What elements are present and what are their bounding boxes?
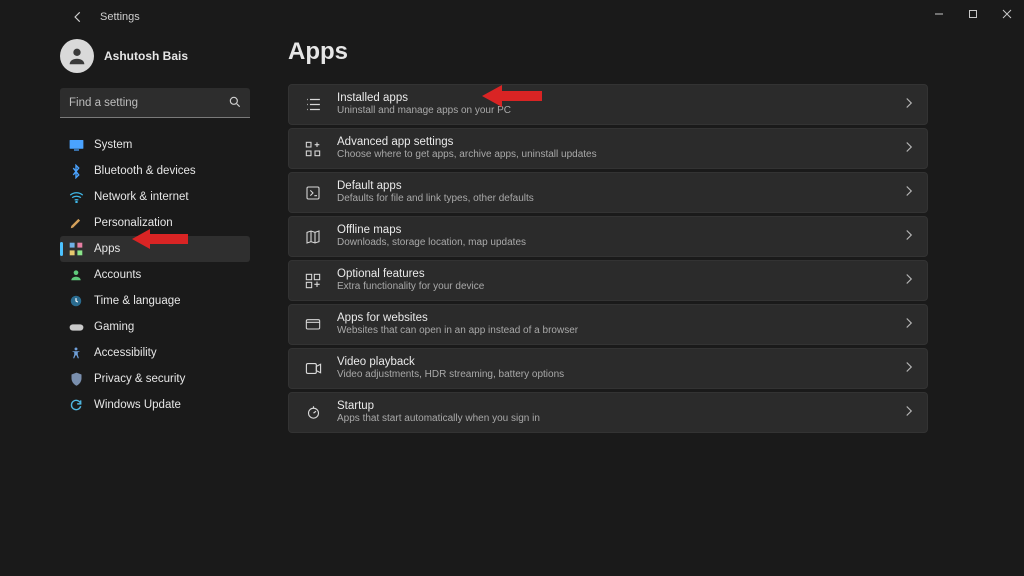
default-apps-icon xyxy=(303,185,323,201)
clock-icon xyxy=(68,293,84,309)
update-icon xyxy=(68,397,84,413)
search-box[interactable] xyxy=(60,88,250,118)
card-title: Offline maps xyxy=(337,224,891,238)
card-text: Default apps Defaults for file and link … xyxy=(337,180,891,206)
paintbrush-icon xyxy=(68,215,84,231)
sidebar: Ashutosh Bais System Bluetooth & devices… xyxy=(60,34,250,418)
card-subtitle: Defaults for file and link types, other … xyxy=(337,193,891,205)
features-icon xyxy=(303,273,323,289)
nav-label: Apps xyxy=(94,243,120,255)
nav-time[interactable]: Time & language xyxy=(60,288,250,314)
wifi-icon xyxy=(68,189,84,205)
nav-accounts[interactable]: Accounts xyxy=(60,262,250,288)
card-subtitle: Apps that start automatically when you s… xyxy=(337,413,891,425)
accounts-icon xyxy=(68,267,84,283)
list-icon xyxy=(303,97,323,112)
search-input[interactable] xyxy=(69,97,220,109)
card-text: Optional features Extra functionality fo… xyxy=(337,268,891,294)
card-text: Installed apps Uninstall and manage apps… xyxy=(337,92,891,118)
card-apps-for-websites[interactable]: Apps for websites Websites that can open… xyxy=(288,304,928,345)
main: Apps Installed apps Uninstall and manage… xyxy=(288,34,928,576)
card-text: Offline maps Downloads, storage location… xyxy=(337,224,891,250)
nav: System Bluetooth & devices Network & int… xyxy=(60,132,250,418)
nav-label: Privacy & security xyxy=(94,373,185,385)
card-video-playback[interactable]: Video playback Video adjustments, HDR st… xyxy=(288,348,928,389)
chevron-right-icon xyxy=(905,316,913,334)
bluetooth-icon xyxy=(68,163,84,179)
nav-label: Bluetooth & devices xyxy=(94,165,196,177)
card-optional-features[interactable]: Optional features Extra functionality fo… xyxy=(288,260,928,301)
nav-privacy[interactable]: Privacy & security xyxy=(60,366,250,392)
card-installed-apps[interactable]: Installed apps Uninstall and manage apps… xyxy=(288,84,928,125)
website-icon xyxy=(303,317,323,333)
card-title: Optional features xyxy=(337,268,891,282)
nav-label: Windows Update xyxy=(94,399,181,411)
apps-icon xyxy=(68,241,84,257)
nav-gaming[interactable]: Gaming xyxy=(60,314,250,340)
nav-system[interactable]: System xyxy=(60,132,250,158)
nav-personalization[interactable]: Personalization xyxy=(60,210,250,236)
card-default-apps[interactable]: Default apps Defaults for file and link … xyxy=(288,172,928,213)
chevron-right-icon xyxy=(905,404,913,422)
card-subtitle: Choose where to get apps, archive apps, … xyxy=(337,149,891,161)
card-title: Default apps xyxy=(337,180,891,194)
system-icon xyxy=(68,137,84,153)
nav-accessibility[interactable]: Accessibility xyxy=(60,340,250,366)
nav-label: Gaming xyxy=(94,321,134,333)
card-advanced-app-settings[interactable]: Advanced app settings Choose where to ge… xyxy=(288,128,928,169)
card-subtitle: Downloads, storage location, map updates xyxy=(337,237,891,249)
avatar xyxy=(60,39,94,73)
nav-network[interactable]: Network & internet xyxy=(60,184,250,210)
chevron-right-icon xyxy=(905,360,913,378)
card-offline-maps[interactable]: Offline maps Downloads, storage location… xyxy=(288,216,928,257)
nav-update[interactable]: Windows Update xyxy=(60,392,250,418)
user-name: Ashutosh Bais xyxy=(104,49,188,63)
cards-list: Installed apps Uninstall and manage apps… xyxy=(288,84,928,433)
card-title: Apps for websites xyxy=(337,312,891,326)
card-subtitle: Extra functionality for your device xyxy=(337,281,891,293)
gaming-icon xyxy=(68,319,84,335)
card-subtitle: Uninstall and manage apps on your PC xyxy=(337,105,891,117)
nav-bluetooth[interactable]: Bluetooth & devices xyxy=(60,158,250,184)
card-text: Video playback Video adjustments, HDR st… xyxy=(337,356,891,382)
card-text: Startup Apps that start automatically wh… xyxy=(337,400,891,426)
chevron-right-icon xyxy=(905,96,913,114)
nav-label: Accounts xyxy=(94,269,141,281)
accessibility-icon xyxy=(68,345,84,361)
chevron-right-icon xyxy=(905,140,913,158)
minimize-button[interactable] xyxy=(922,0,956,28)
close-button[interactable] xyxy=(990,0,1024,28)
card-title: Video playback xyxy=(337,356,891,370)
map-icon xyxy=(303,229,323,245)
shield-icon xyxy=(68,371,84,387)
window-controls xyxy=(922,0,1024,28)
search-icon xyxy=(228,95,242,114)
chevron-right-icon xyxy=(905,184,913,202)
nav-label: System xyxy=(94,139,132,151)
card-subtitle: Websites that can open in an app instead… xyxy=(337,325,891,337)
card-text: Advanced app settings Choose where to ge… xyxy=(337,136,891,162)
nav-apps[interactable]: Apps xyxy=(60,236,250,262)
video-icon xyxy=(303,362,323,375)
nav-label: Network & internet xyxy=(94,191,189,203)
page-title: Apps xyxy=(288,38,928,66)
nav-label: Accessibility xyxy=(94,347,157,359)
chevron-right-icon xyxy=(905,272,913,290)
profile[interactable]: Ashutosh Bais xyxy=(60,34,250,78)
card-startup[interactable]: Startup Apps that start automatically wh… xyxy=(288,392,928,433)
nav-label: Personalization xyxy=(94,217,173,229)
grid-plus-icon xyxy=(303,141,323,157)
card-title: Installed apps xyxy=(337,92,891,106)
back-button[interactable] xyxy=(64,3,92,31)
window-title: Settings xyxy=(100,11,140,23)
card-subtitle: Video adjustments, HDR streaming, batter… xyxy=(337,369,891,381)
card-title: Startup xyxy=(337,400,891,414)
maximize-button[interactable] xyxy=(956,0,990,28)
startup-icon xyxy=(303,405,323,420)
nav-label: Time & language xyxy=(94,295,181,307)
titlebar: Settings xyxy=(0,0,1024,34)
chevron-right-icon xyxy=(905,228,913,246)
card-text: Apps for websites Websites that can open… xyxy=(337,312,891,338)
card-title: Advanced app settings xyxy=(337,136,891,150)
